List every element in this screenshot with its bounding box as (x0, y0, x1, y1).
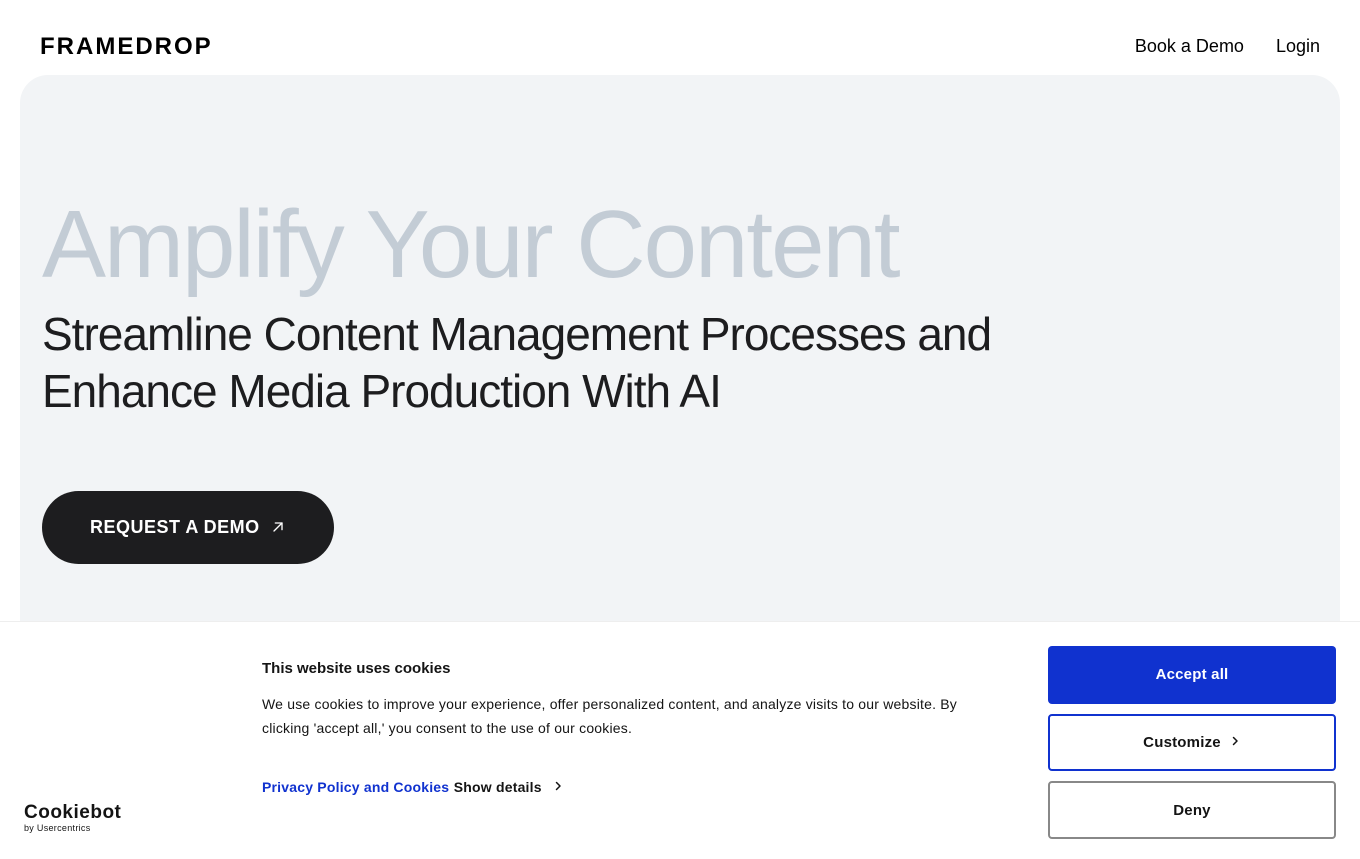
cookie-provider-byline: by Usercentrics (24, 823, 262, 833)
customize-label: Customize (1143, 734, 1221, 751)
privacy-policy-link[interactable]: Privacy Policy and Cookies (262, 779, 449, 795)
brand-logo: FRAMEDROP (40, 33, 213, 61)
cookie-provider-logo: Cookiebot by Usercentrics (24, 646, 262, 839)
site-header: FRAMEDROP Book a Demo Login (0, 0, 1360, 75)
request-demo-label: REQUEST A DEMO (90, 517, 260, 538)
deny-label: Deny (1173, 802, 1210, 819)
request-demo-button[interactable]: REQUEST A DEMO (42, 491, 334, 564)
hero-subtitle: Streamline Content Management Processes … (42, 306, 1062, 421)
cookie-provider-name: Cookiebot (24, 802, 262, 824)
nav-book-demo[interactable]: Book a Demo (1135, 36, 1244, 57)
arrow-up-right-icon (270, 519, 286, 535)
brand-logo-text: FRAMEDROP (40, 33, 213, 60)
header-nav: Book a Demo Login (1135, 36, 1320, 57)
cookie-text: We use cookies to improve your experienc… (262, 693, 1008, 741)
accept-all-label: Accept all (1156, 666, 1229, 683)
hero-title: Amplify Your Content (42, 195, 1320, 296)
customize-button[interactable]: Customize (1048, 714, 1336, 772)
deny-button[interactable]: Deny (1048, 781, 1336, 839)
nav-login[interactable]: Login (1276, 36, 1320, 57)
cookie-content: This website uses cookies We use cookies… (262, 646, 1048, 839)
chevron-right-icon (552, 779, 564, 795)
accept-all-button[interactable]: Accept all (1048, 646, 1336, 704)
cookie-actions: Accept all Customize Deny (1048, 646, 1336, 839)
chevron-right-icon (1229, 734, 1241, 751)
cookie-title: This website uses cookies (262, 660, 1008, 677)
cookie-banner: Cookiebot by Usercentrics This website u… (0, 621, 1360, 859)
show-details-label: Show details (454, 779, 542, 795)
show-details-button[interactable]: Show details (454, 779, 564, 795)
